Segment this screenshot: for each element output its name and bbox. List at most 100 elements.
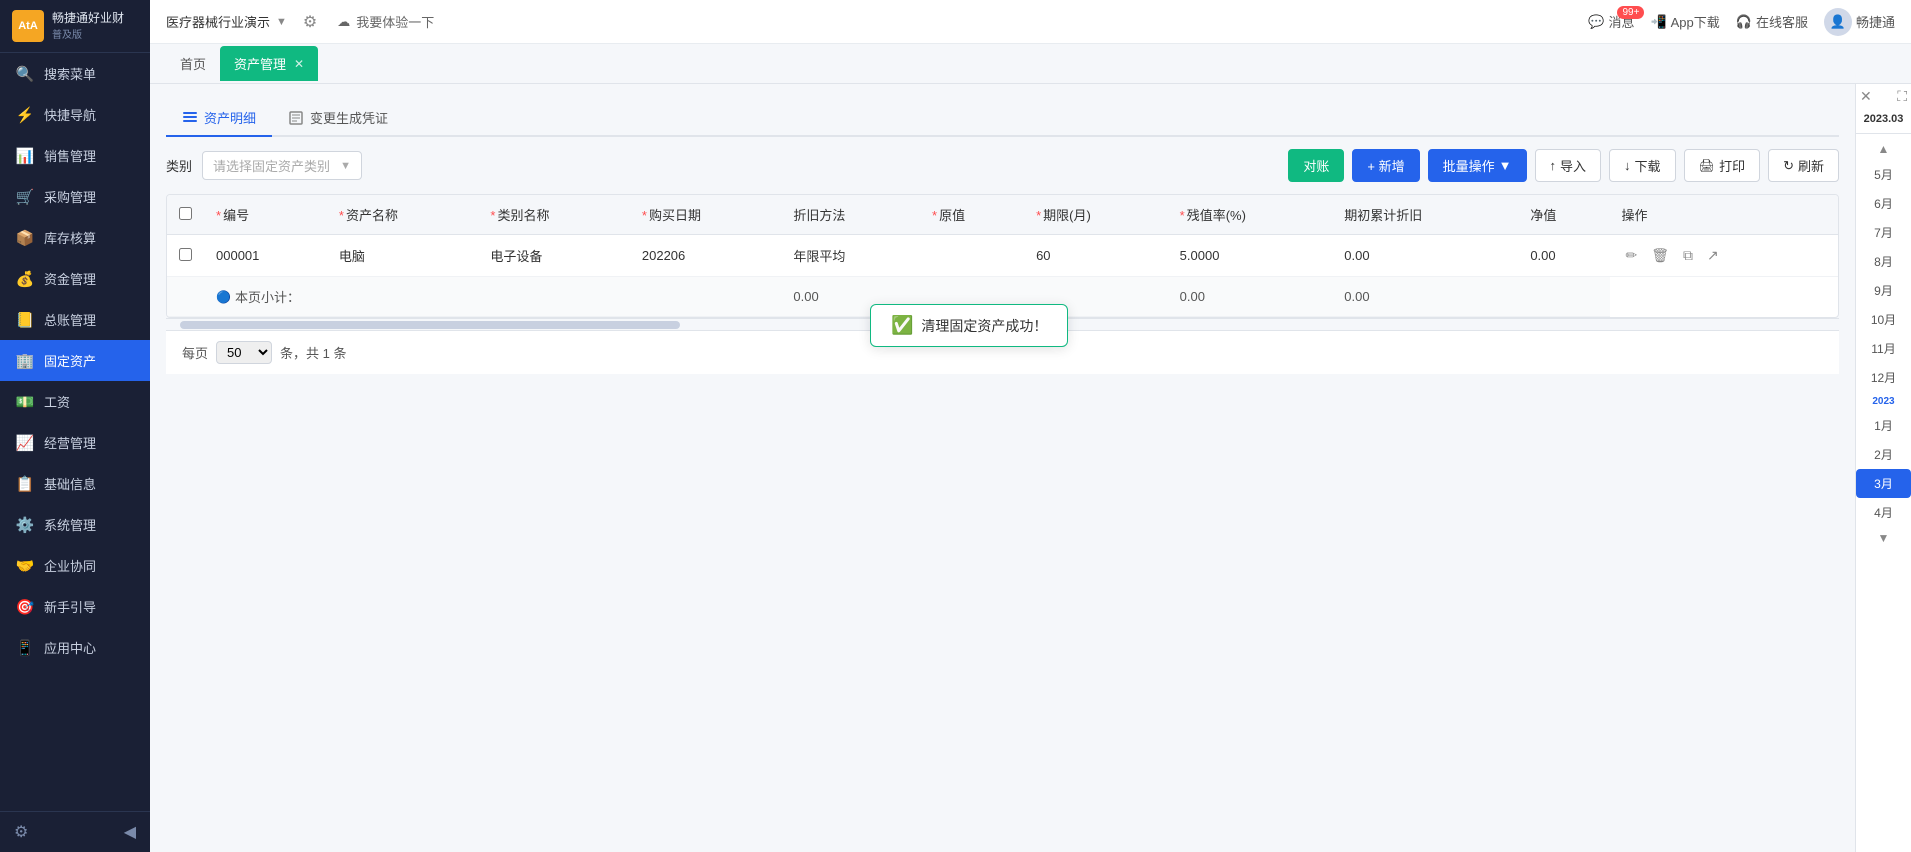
calendar-month-3[interactable]: 3月 xyxy=(1856,469,1911,498)
sidebar-item-purchase[interactable]: 🛒 采购管理 xyxy=(0,176,150,217)
calendar-month-4[interactable]: 4月 xyxy=(1856,498,1911,527)
category-filter[interactable]: 请选择固定资产类别 ▼ xyxy=(202,151,362,180)
tab-home-label: 首页 xyxy=(180,54,206,73)
batch-ops-button[interactable]: 批量操作 ▼ xyxy=(1428,149,1527,182)
sidebar-item-enterprise[interactable]: 🤝 企业协同 xyxy=(0,545,150,586)
page-size-select[interactable]: 50 10 20 100 xyxy=(216,341,272,364)
calendar-header-label: 2023.03 xyxy=(1864,113,1904,125)
sidebar-item-search[interactable]: 🔍 搜索菜单 xyxy=(0,53,150,94)
basic-info-icon: 📋 xyxy=(16,475,34,493)
sub-tabs: 资产明细 变更生成凭证 xyxy=(166,100,1839,137)
calendar-month-1[interactable]: 1月 xyxy=(1856,411,1911,440)
calendar-month-9[interactable]: 9月 xyxy=(1856,276,1911,305)
settings-gear-icon[interactable]: ⚙ xyxy=(303,12,317,32)
row-checkbox[interactable] xyxy=(179,248,192,261)
edit-button[interactable]: ✏ xyxy=(1622,245,1642,266)
cell-depreciation: 年限平均 xyxy=(781,235,920,277)
message-icon: 💬 xyxy=(1588,14,1604,30)
download-label: 下载 xyxy=(1635,156,1661,175)
sub-tab-asset-detail[interactable]: 资产明细 xyxy=(166,100,272,137)
tab-close-icon[interactable]: ✕ xyxy=(294,57,304,71)
sidebar-item-label: 基础信息 xyxy=(44,474,96,493)
sidebar-item-salary[interactable]: 💵 工资 xyxy=(0,381,150,422)
asset-table: 编号 资产名称 类别名称 购买日期 折旧方法 原值 期限(月) 残值率(%) 期… xyxy=(166,194,1839,318)
cloud-icon: ☁ xyxy=(337,14,350,30)
sidebar: AtA 畅捷通好业财 普及版 🔍 搜索菜单 ⚡ 快捷导航 📊 销售管理 🛒 采购… xyxy=(0,0,150,852)
enterprise-icon: 🤝 xyxy=(16,557,34,575)
chevron-down-icon: ▼ xyxy=(276,16,287,28)
online-service-btn[interactable]: 🎧 在线客服 xyxy=(1736,12,1808,31)
close-panel-icon[interactable]: ✕ xyxy=(1860,88,1872,105)
sidebar-item-basic-info[interactable]: 📋 基础信息 xyxy=(0,463,150,504)
sidebar-item-label: 采购管理 xyxy=(44,187,96,206)
sidebar-item-guide[interactable]: 🎯 新手引导 xyxy=(0,586,150,627)
calendar-month-6[interactable]: 6月 xyxy=(1856,189,1911,218)
sidebar-item-app-center[interactable]: 📱 应用中心 xyxy=(0,627,150,668)
experience-btn[interactable]: ☁ 我要体验一下 xyxy=(337,12,434,31)
system-icon: ⚙️ xyxy=(16,516,34,534)
col-name: 资产名称 xyxy=(327,195,479,235)
calendar-nav-up[interactable]: ▲ xyxy=(1874,138,1894,160)
copy-button[interactable]: ⧉ xyxy=(1679,245,1697,266)
refresh-button[interactable]: ↻ 刷新 xyxy=(1768,149,1839,182)
calendar-month-8[interactable]: 8月 xyxy=(1856,247,1911,276)
topbar-actions: 💬 消息 99+ 📲 App下载 🎧 在线客服 👤 畅捷通 xyxy=(1588,8,1895,36)
calendar-month-12[interactable]: 12月 xyxy=(1856,363,1911,392)
sidebar-item-label: 快捷导航 xyxy=(44,105,96,124)
filter-label: 类别 xyxy=(166,156,192,175)
message-badge: 99+ xyxy=(1617,6,1644,19)
select-all-header xyxy=(167,195,204,235)
settings-icon[interactable]: ⚙ xyxy=(14,822,28,842)
calendar-month-11[interactable]: 11月 xyxy=(1856,334,1911,363)
new-button[interactable]: + 新增 xyxy=(1352,149,1419,182)
tab-home[interactable]: 首页 xyxy=(166,46,220,81)
calendar-month-7[interactable]: 7月 xyxy=(1856,218,1911,247)
sidebar-item-operations[interactable]: 📈 经营管理 xyxy=(0,422,150,463)
toolbar-left: 类别 请选择固定资产类别 ▼ xyxy=(166,151,362,180)
calendar-month-2[interactable]: 2月 xyxy=(1856,440,1911,469)
sidebar-item-ledger[interactable]: 📒 总账管理 xyxy=(0,299,150,340)
voucher-icon xyxy=(288,110,304,126)
topbar: 医疗器械行业演示 ▼ ⚙ ☁ 我要体验一下 💬 消息 99+ 📲 App下载 🎧… xyxy=(150,0,1911,44)
collapse-icon[interactable]: ◀ xyxy=(124,822,136,842)
toolbar: 类别 请选择固定资产类别 ▼ 对账 + 新增 批量操作 ▼ xyxy=(166,149,1839,182)
import-button[interactable]: ↑ 导入 xyxy=(1535,149,1602,182)
print-label: 打印 xyxy=(1719,156,1745,175)
subtotal-label: 本页小计： xyxy=(235,287,300,306)
sidebar-item-label: 经营管理 xyxy=(44,433,96,452)
print-button[interactable]: 🖨 打印 xyxy=(1684,149,1761,182)
main-area: 医疗器械行业演示 ▼ ⚙ ☁ 我要体验一下 💬 消息 99+ 📲 App下载 🎧… xyxy=(150,0,1911,852)
sidebar-item-quick-nav[interactable]: ⚡ 快捷导航 xyxy=(0,94,150,135)
table-row: 000001 电脑 电子设备 202206 年限平均 60 5.0000 0.0… xyxy=(167,235,1838,277)
company-name: 医疗器械行业演示 xyxy=(166,12,270,31)
tab-asset-mgmt[interactable]: 资产管理 ✕ xyxy=(220,46,318,81)
calendar-month-5[interactable]: 5月 xyxy=(1856,160,1911,189)
sidebar-item-fixed-assets[interactable]: 🏢 固定资产 xyxy=(0,340,150,381)
sidebar-item-label: 销售管理 xyxy=(44,146,96,165)
cell-residual-rate: 5.0000 xyxy=(1168,235,1333,277)
col-residual-rate: 残值率(%) xyxy=(1168,195,1333,235)
app-download-btn[interactable]: 📲 App下载 xyxy=(1650,12,1719,31)
delete-button[interactable]: 🗑 xyxy=(1647,245,1673,266)
calendar-nav-down[interactable]: ▼ xyxy=(1874,527,1894,549)
company-selector[interactable]: 医疗器械行业演示 ▼ xyxy=(166,12,287,31)
toolbar-right: 对账 + 新增 批量操作 ▼ ↑ 导入 ↓ 下载 xyxy=(1288,149,1839,182)
calendar-month-10[interactable]: 10月 xyxy=(1856,305,1911,334)
download-button[interactable]: ↓ 下载 xyxy=(1609,149,1676,182)
user-profile-btn[interactable]: 👤 畅捷通 xyxy=(1824,8,1895,36)
reconcile-button[interactable]: 对账 xyxy=(1288,149,1344,182)
sidebar-item-system[interactable]: ⚙️ 系统管理 xyxy=(0,504,150,545)
message-btn[interactable]: 💬 消息 99+ xyxy=(1588,12,1634,31)
more-button[interactable]: ↗ xyxy=(1703,245,1723,266)
sidebar-item-capital[interactable]: 💰 资金管理 xyxy=(0,258,150,299)
sub-tab-change-voucher[interactable]: 变更生成凭证 xyxy=(272,100,404,137)
select-all-checkbox[interactable] xyxy=(179,207,192,220)
col-initial-accumulated: 期初累计折旧 xyxy=(1332,195,1518,235)
expand-panel-icon[interactable]: ⛶ xyxy=(1897,88,1907,105)
sidebar-item-inventory[interactable]: 📦 库存核算 xyxy=(0,217,150,258)
scrollbar-thumb[interactable] xyxy=(180,321,680,329)
sidebar-item-sales[interactable]: 📊 销售管理 xyxy=(0,135,150,176)
col-net-value: 净值 xyxy=(1518,195,1609,235)
list-icon xyxy=(182,110,198,126)
calendar-panel: ✕ ⛶ 2023.03 ▲ 5月 6月 7月 8月 9月 10月 11月 12月… xyxy=(1855,84,1911,852)
